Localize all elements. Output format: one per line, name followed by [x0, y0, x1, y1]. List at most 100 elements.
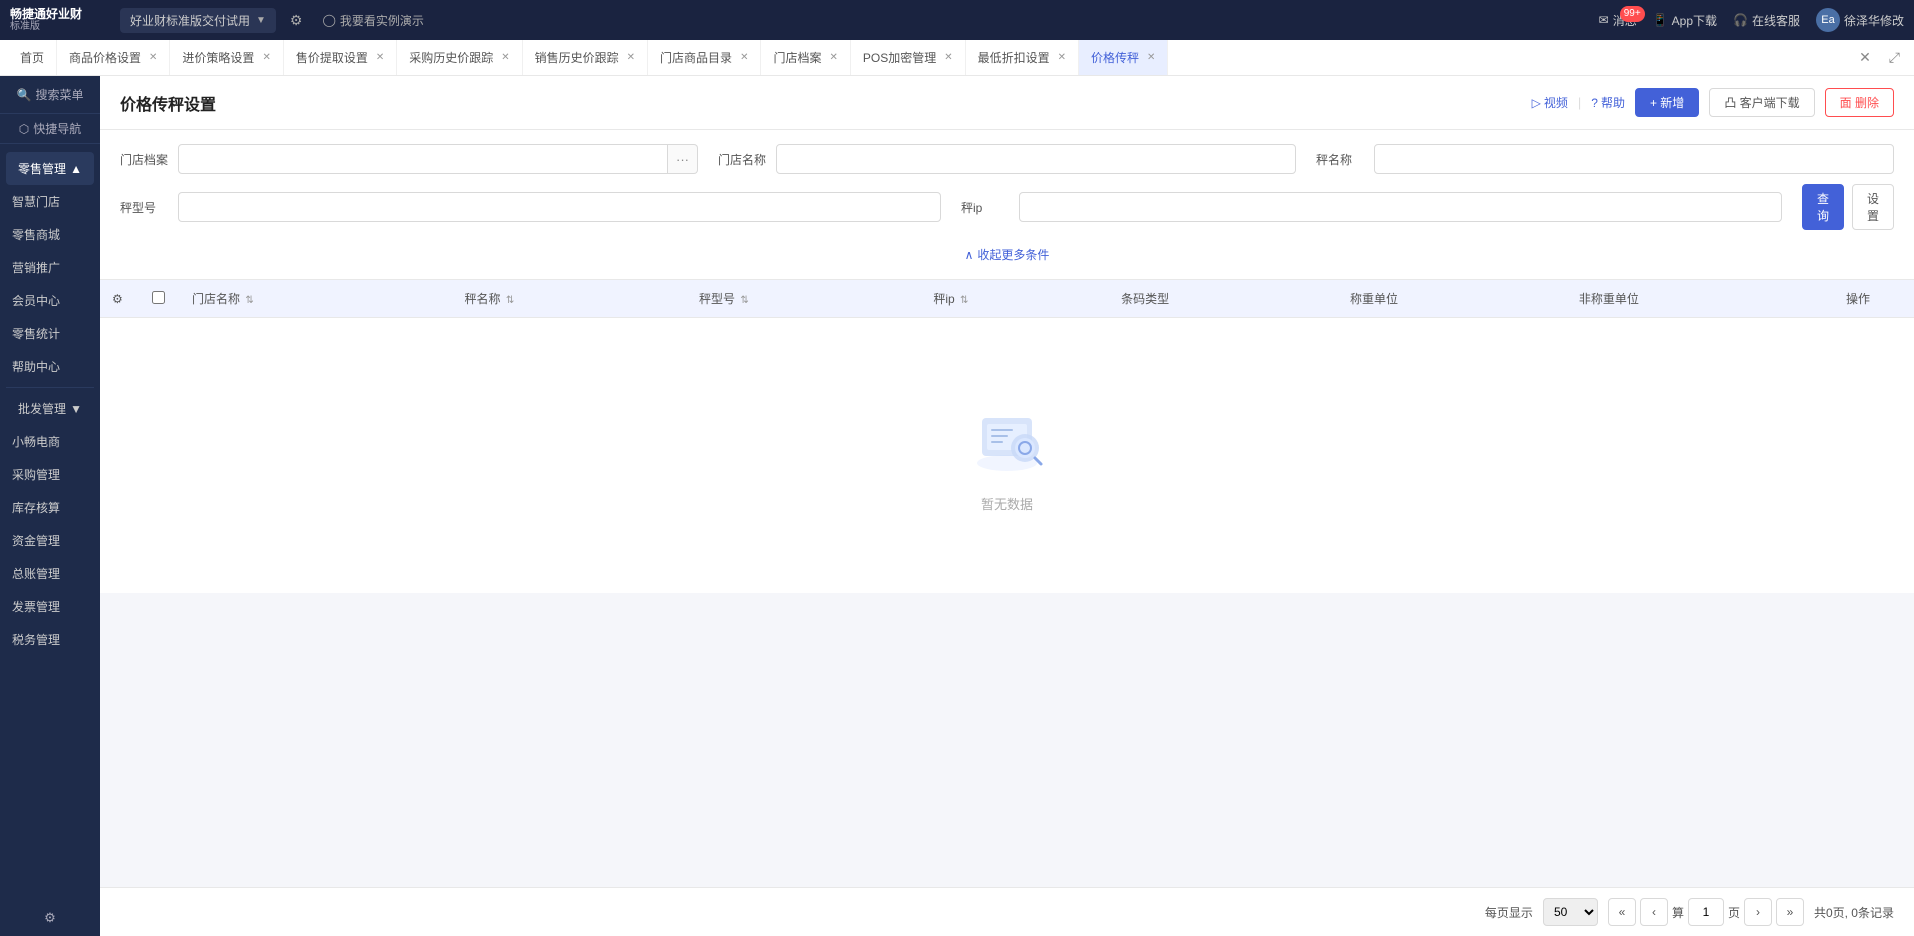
nav-icon: ⬡ [19, 122, 29, 136]
scale-name-label: 秤名称 [1316, 151, 1366, 168]
per-page-select[interactable]: 50 20 100 [1543, 898, 1598, 926]
sidebar-divider [6, 387, 94, 388]
tab-sale-history[interactable]: 销售历史价跟踪 ✕ [523, 40, 648, 76]
tab-close-all-icon[interactable]: ✕ [1853, 45, 1877, 70]
col-barcode-type-label: 条码类型 [1121, 292, 1169, 306]
sidebar-item-wholesale-manage[interactable]: 批发管理 ▼ [6, 392, 94, 425]
close-icon[interactable]: ✕ [627, 52, 635, 63]
sidebar-item-retail-stats[interactable]: 零售统计 [6, 317, 94, 350]
tab-home[interactable]: 首页 [8, 40, 57, 76]
first-page-button[interactable]: « [1608, 898, 1636, 926]
scale-ip-group: 秤ip [961, 192, 1782, 222]
message-icon: ✉ [1599, 13, 1609, 27]
sort-icon: ⇅ [245, 295, 253, 306]
tab-purchase-strategy[interactable]: 进价策略设置 ✕ [170, 40, 283, 76]
demo-button[interactable]: ◯ 我要看实例演示 [322, 12, 423, 29]
table-body: 暂无数据 [100, 318, 1914, 594]
store-archive-input[interactable] [178, 144, 668, 174]
last-page-button[interactable]: » [1776, 898, 1804, 926]
tab-sale-extract[interactable]: 售价提取设置 ✕ [284, 40, 397, 76]
video-link[interactable]: ▷ 视频 [1532, 94, 1568, 111]
demo-icon: ◯ [322, 13, 335, 27]
close-icon[interactable]: ✕ [1058, 52, 1066, 63]
set-button[interactable]: 设置 [1852, 184, 1894, 230]
close-icon[interactable]: ✕ [501, 52, 509, 63]
delete-button[interactable]: 面 删除 [1825, 88, 1894, 117]
close-icon[interactable]: ✕ [944, 52, 952, 63]
sidebar-item-smart-store[interactable]: 智慧门店 [6, 185, 94, 218]
sidebar-item-ledger[interactable]: 总账管理 [6, 557, 94, 590]
store-archive-input-group: ··· [178, 144, 698, 174]
sidebar-search[interactable]: 🔍 搜索菜单 [0, 76, 100, 114]
collapse-button[interactable]: ∧ 收起更多条件 [965, 246, 1050, 263]
sidebar-item-help-center[interactable]: 帮助中心 [6, 350, 94, 383]
tab-store-archive-label: 门店档案 [773, 49, 821, 66]
version-label: 好业财标准版交付试用 [130, 12, 250, 29]
store-name-input[interactable] [776, 144, 1296, 174]
help-link[interactable]: ? 帮助 [1591, 94, 1625, 111]
sidebar-item-retail-manage[interactable]: 零售管理 ▲ [6, 152, 94, 185]
tab-pos-management[interactable]: POS加密管理 ✕ [851, 40, 966, 76]
add-button[interactable]: + 新增 [1635, 88, 1699, 117]
sidebar-item-marketing[interactable]: 营销推广 [6, 251, 94, 284]
sidebar-gear-button[interactable]: ⚙ [0, 900, 100, 936]
settings-icon[interactable]: ⚙ [112, 292, 123, 306]
tab-store-catalog[interactable]: 门店商品目录 ✕ [648, 40, 761, 76]
sidebar-item-xiaochang-ecom[interactable]: 小畅电商 [6, 425, 94, 458]
tab-price-settings[interactable]: 商品价格设置 ✕ [57, 40, 170, 76]
page-suffix-label: 页 [1728, 904, 1740, 921]
next-page-icon: › [1756, 905, 1760, 919]
sort-icon: ⇅ [740, 295, 748, 306]
message-button[interactable]: ✉ 消息 99+ [1599, 12, 1637, 29]
tab-store-archive[interactable]: 门店档案 ✕ [761, 40, 850, 76]
app-download-button[interactable]: 📱 App下载 [1653, 12, 1717, 29]
select-all-checkbox[interactable] [152, 291, 165, 304]
sidebar-item-member-center[interactable]: 会员中心 [6, 284, 94, 317]
close-icon[interactable]: ✕ [1147, 52, 1155, 63]
close-icon[interactable]: ✕ [740, 52, 748, 63]
tab-expand-icon[interactable]: ⤢ [1883, 45, 1906, 70]
query-button[interactable]: 查询 [1802, 184, 1844, 230]
sidebar-item-label: 总账管理 [12, 565, 60, 582]
settings-icon[interactable]: ⚙ [286, 8, 307, 33]
online-service-button[interactable]: 🎧 在线客服 [1733, 12, 1800, 29]
prev-page-button[interactable]: ‹ [1640, 898, 1668, 926]
tab-purchase-history[interactable]: 采购历史价跟踪 ✕ [397, 40, 522, 76]
col-non-weight-unit: 非称重单位 [1567, 280, 1834, 318]
version-selector[interactable]: 好业财标准版交付试用 ▼ [120, 8, 276, 33]
col-checkbox [140, 280, 180, 318]
close-icon[interactable]: ✕ [829, 52, 837, 63]
first-page-icon: « [1619, 905, 1626, 919]
sidebar-item-tax-manage[interactable]: 税务管理 [6, 623, 94, 656]
download-button[interactable]: 凸 客户端下载 [1709, 88, 1814, 117]
next-page-button[interactable]: › [1744, 898, 1772, 926]
arrow-icon: ▲ [70, 162, 82, 176]
sidebar-item-invoice-manage[interactable]: 发票管理 [6, 590, 94, 623]
page-number-input[interactable] [1688, 898, 1724, 926]
close-icon[interactable]: ✕ [262, 52, 270, 63]
app-download-label: App下载 [1672, 12, 1717, 29]
sidebar-section: 零售管理 ▲ 智慧门店 零售商城 营销推广 会员中心 零售统计 帮助中心 [0, 144, 100, 664]
tab-home-label: 首页 [20, 49, 44, 66]
sidebar-quick-nav[interactable]: ⬡ 快捷导航 [0, 114, 100, 144]
sidebar-item-finance[interactable]: 资金管理 [6, 524, 94, 557]
store-archive-picker-button[interactable]: ··· [668, 144, 698, 174]
close-icon[interactable]: ✕ [149, 52, 157, 63]
user-menu[interactable]: Ea 徐泽华修改 [1816, 8, 1904, 32]
tab-pos-management-label: POS加密管理 [863, 49, 936, 66]
empty-icon [957, 398, 1057, 478]
store-archive-group: 门店档案 ··· [120, 144, 698, 174]
total-info: 共0页, 0条记录 [1814, 904, 1894, 921]
sidebar-item-purchase-manage[interactable]: 采购管理 [6, 458, 94, 491]
sidebar-item-inventory[interactable]: 库存核算 [6, 491, 94, 524]
tab-price-scale[interactable]: 价格传秤 ✕ [1079, 40, 1168, 76]
sidebar-item-label: 批发管理 [18, 400, 66, 417]
close-icon[interactable]: ✕ [376, 52, 384, 63]
scale-model-input[interactable] [178, 192, 941, 222]
sidebar-item-retail-mall[interactable]: 零售商城 [6, 218, 94, 251]
tab-min-discount[interactable]: 最低折扣设置 ✕ [966, 40, 1079, 76]
scale-model-label: 秤型号 [120, 199, 170, 216]
scale-ip-input[interactable] [1019, 192, 1782, 222]
scale-name-input[interactable] [1374, 144, 1894, 174]
col-non-weight-unit-label: 非称重单位 [1579, 292, 1639, 306]
